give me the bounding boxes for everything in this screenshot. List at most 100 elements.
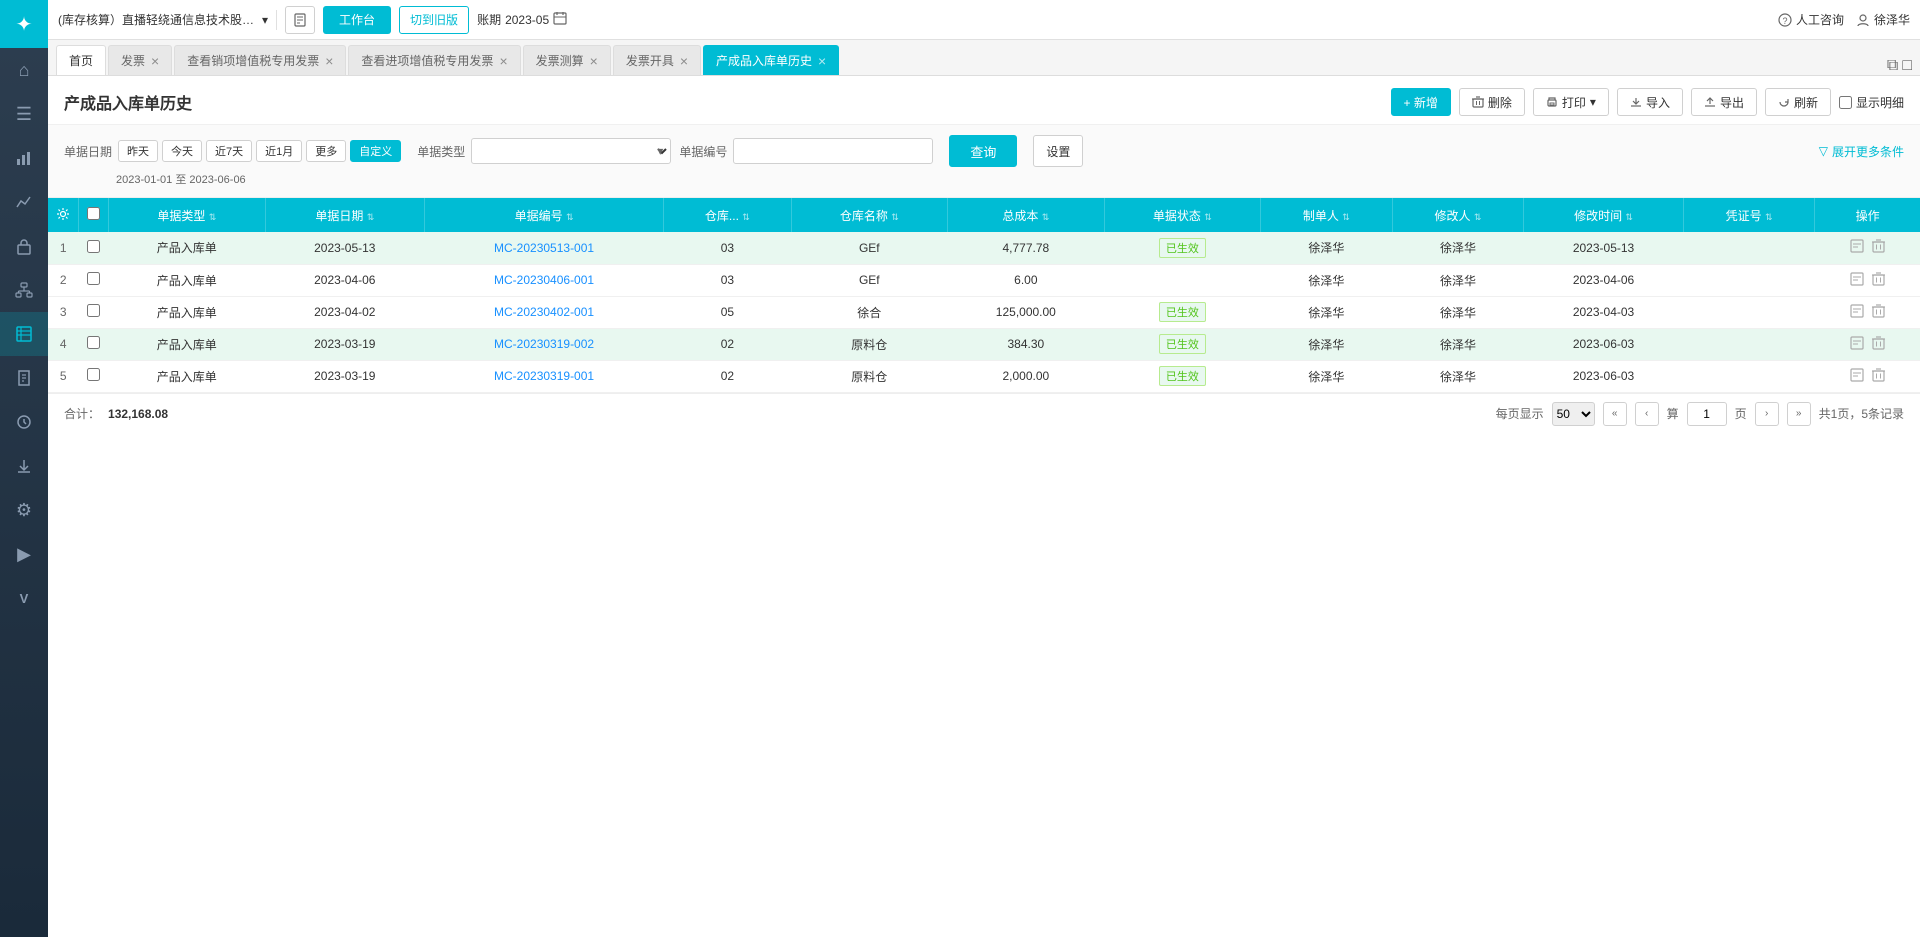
tab-history-close[interactable]: × [818, 53, 826, 69]
next-page-btn[interactable]: › [1755, 402, 1779, 426]
row-edit-icon[interactable] [1850, 304, 1864, 321]
th-modifier[interactable]: 修改人 ⇅ [1392, 198, 1524, 232]
row-number[interactable]: MC-20230402-001 [425, 296, 664, 328]
sidebar-item-org[interactable] [0, 268, 48, 312]
print-button[interactable]: 打印 ▾ [1533, 88, 1609, 116]
th-number[interactable]: 单据编号 ⇅ [425, 198, 664, 232]
new-button[interactable]: + 新增 [1391, 88, 1451, 116]
row-delete-icon[interactable] [1872, 239, 1885, 256]
tab-restore-icon[interactable]: ⧉ [1887, 57, 1898, 75]
row-check[interactable] [79, 232, 109, 264]
row-edit-icon[interactable] [1850, 368, 1864, 385]
page-number-input[interactable] [1687, 402, 1727, 426]
row-delete-icon[interactable] [1872, 304, 1885, 321]
select-all-checkbox[interactable] [87, 207, 100, 220]
row-delete-icon[interactable] [1872, 336, 1885, 353]
number-filter-input[interactable] [733, 138, 933, 164]
date-yesterday-btn[interactable]: 昨天 [118, 140, 158, 162]
row-check[interactable] [79, 264, 109, 296]
date-custom-btn[interactable]: 自定义 [350, 140, 401, 162]
tab-open[interactable]: 发票开具 × [613, 45, 701, 75]
th-warehouse-name[interactable]: 仓库名称 ⇅ [791, 198, 947, 232]
row-checkbox[interactable] [87, 336, 100, 349]
import-button[interactable]: 导入 [1617, 88, 1683, 116]
sidebar-item-cycle[interactable] [0, 400, 48, 444]
show-detail-checkbox-label[interactable]: 显示明细 [1839, 94, 1904, 111]
date-7days-btn[interactable]: 近7天 [206, 140, 252, 162]
sidebar-item-download[interactable] [0, 444, 48, 488]
period-calendar-icon[interactable] [553, 11, 567, 28]
export-button[interactable]: 导出 [1691, 88, 1757, 116]
th-select-all[interactable] [79, 198, 109, 232]
tab-purchase-vat-close[interactable]: × [499, 53, 507, 69]
sidebar-item-home[interactable]: ⌂ [0, 48, 48, 92]
row-check[interactable] [79, 328, 109, 360]
type-filter-select[interactable] [471, 138, 671, 164]
row-checkbox[interactable] [87, 240, 100, 253]
row-delete-icon[interactable] [1872, 368, 1885, 385]
tab-open-close[interactable]: × [680, 53, 688, 69]
last-page-btn[interactable]: » [1787, 402, 1811, 426]
query-button[interactable]: 查询 [949, 135, 1017, 167]
refresh-button[interactable]: 刷新 [1765, 88, 1831, 116]
help-button[interactable]: ? 人工咨询 [1778, 11, 1844, 28]
first-page-btn[interactable]: « [1603, 402, 1627, 426]
th-date[interactable]: 单据日期 ⇅ [265, 198, 424, 232]
page-size-select[interactable]: 50 100 200 [1552, 402, 1595, 426]
prev-page-btn[interactable]: ‹ [1635, 402, 1659, 426]
th-status[interactable]: 单据状态 ⇅ [1104, 198, 1260, 232]
row-number[interactable]: MC-20230319-001 [425, 360, 664, 392]
delete-button[interactable]: 删除 [1459, 88, 1525, 116]
tab-invoice-close[interactable]: × [151, 53, 159, 69]
row-edit-icon[interactable] [1850, 336, 1864, 353]
tab-sales-vat-close[interactable]: × [325, 53, 333, 69]
row-number[interactable]: MC-20230513-001 [425, 232, 664, 264]
th-settings[interactable] [48, 198, 79, 232]
row-check[interactable] [79, 296, 109, 328]
th-creator[interactable]: 制单人 ⇅ [1261, 198, 1393, 232]
th-type[interactable]: 单据类型 ⇅ [109, 198, 266, 232]
th-modify-time[interactable]: 修改时间 ⇅ [1524, 198, 1683, 232]
sidebar-item-stamp[interactable] [0, 356, 48, 400]
sidebar-item-video[interactable]: ▶ [0, 532, 48, 576]
sidebar-item-docs[interactable]: ☰ [0, 92, 48, 136]
date-more-btn[interactable]: 更多 [306, 140, 346, 162]
th-warehouse-code[interactable]: 仓库... ⇅ [664, 198, 792, 232]
row-delete-icon[interactable] [1872, 272, 1885, 289]
tab-sales-vat[interactable]: 查看销项增值税专用发票 × [174, 45, 346, 75]
row-check[interactable] [79, 360, 109, 392]
th-voucher[interactable]: 凭证号 ⇅ [1683, 198, 1815, 232]
sidebar-item-settings[interactable]: ⚙ [0, 488, 48, 532]
sidebar-item-chart[interactable] [0, 136, 48, 180]
filter-expand-button[interactable]: ▽ 展开更多条件 [1819, 143, 1904, 160]
company-selector[interactable]: (库存核算）直播轻绕通信息技术股份... ▾ [58, 11, 268, 28]
tab-invoice[interactable]: 发票 × [108, 45, 172, 75]
doc-icon-button[interactable] [285, 6, 315, 34]
row-edit-icon[interactable] [1850, 272, 1864, 289]
switch-version-button[interactable]: 切到旧版 [399, 6, 469, 34]
row-number[interactable]: MC-20230319-002 [425, 328, 664, 360]
show-detail-checkbox[interactable] [1839, 96, 1852, 109]
row-edit-icon[interactable] [1850, 239, 1864, 256]
settings-button[interactable]: 设置 [1033, 135, 1083, 167]
tab-calc-close[interactable]: × [590, 53, 598, 69]
row-number[interactable]: MC-20230406-001 [425, 264, 664, 296]
date-1month-btn[interactable]: 近1月 [256, 140, 302, 162]
sidebar-item-lock[interactable] [0, 224, 48, 268]
row-checkbox[interactable] [87, 304, 100, 317]
workbench-button[interactable]: 工作台 [323, 6, 391, 34]
row-checkbox[interactable] [87, 272, 100, 285]
sidebar-item-version[interactable]: V [0, 576, 48, 620]
th-total-cost[interactable]: 总成本 ⇅ [947, 198, 1104, 232]
tab-calc[interactable]: 发票测算 × [523, 45, 611, 75]
tab-home[interactable]: 首页 [56, 45, 106, 75]
sidebar-item-analytics[interactable] [0, 180, 48, 224]
row-checkbox[interactable] [87, 368, 100, 381]
tab-history[interactable]: 产成品入库单历史 × [703, 45, 839, 75]
tab-maximize-icon[interactable]: □ [1902, 57, 1912, 75]
sidebar-item-inventory[interactable] [0, 312, 48, 356]
tab-purchase-vat[interactable]: 查看进项增值税专用发票 × [348, 45, 520, 75]
date-today-btn[interactable]: 今天 [162, 140, 202, 162]
row-voucher [1683, 296, 1815, 328]
user-menu[interactable]: 徐泽华 [1856, 11, 1910, 28]
